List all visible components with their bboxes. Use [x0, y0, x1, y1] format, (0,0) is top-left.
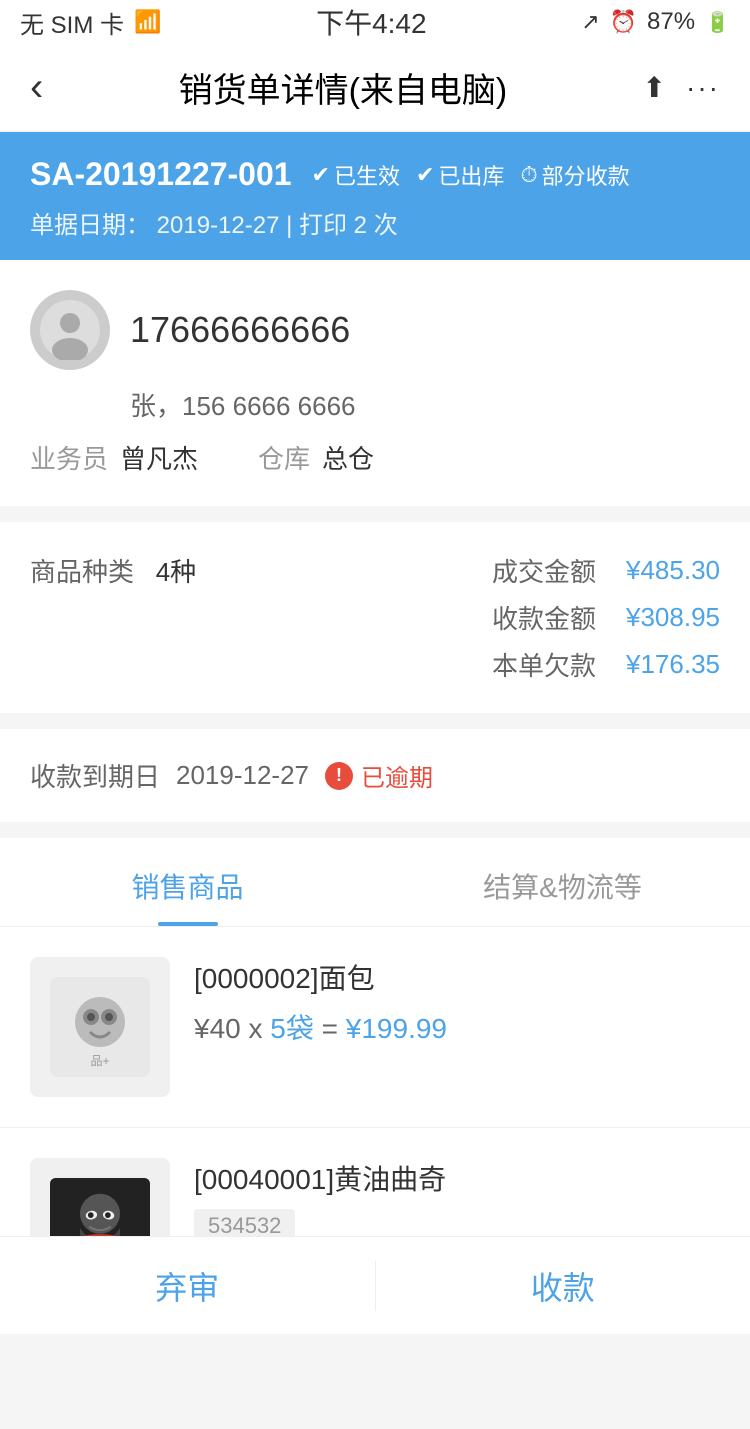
back-button[interactable]: ‹ [30, 65, 43, 110]
order-number: SA-20191227-001 [30, 156, 292, 193]
wifi-icon: 📶 [134, 9, 161, 35]
summary-card: 商品种类 4种 成交金额 ¥485.30 收款金额 ¥308.95 本单欠款 ¥… [0, 522, 750, 713]
svg-text:品+: 品+ [90, 1054, 109, 1068]
badge-partial: ⏱ 部分收款 [520, 159, 629, 191]
overdue-badge: ! 已逾期 [325, 758, 433, 793]
warehouse-value: 总仓 [322, 439, 374, 476]
due-date-value: 2019-12-27 [176, 760, 309, 791]
tab-sales-label: 销售商品 [131, 872, 243, 903]
due-date-label: 收款到期日 [30, 757, 160, 794]
tab-settlement-label: 结算&物流等 [483, 872, 642, 903]
badge-active: ✔ 已生效 [312, 159, 400, 191]
salesperson-label: 业务员 [30, 439, 108, 476]
battery-text: 87% [647, 8, 695, 36]
collect-payment-button[interactable]: 收款 [376, 1243, 750, 1329]
status-time: 下午4:42 [316, 2, 427, 42]
price-text-1: ¥40 x [194, 1013, 270, 1044]
nav-left: ‹ [30, 65, 43, 110]
salesperson-info: 业务员 曾凡杰 [30, 439, 198, 476]
due-date-section: 收款到期日 2019-12-27 ! 已逾期 [0, 729, 750, 822]
category-label: 商品种类 [30, 557, 134, 587]
product-thumb-1: 品+ [30, 957, 170, 1097]
tab-settlement[interactable]: 结算&物流等 [375, 838, 750, 926]
page-title: 销货单详情(来自电脑) [179, 63, 508, 112]
warehouse-info: 仓库 总仓 [258, 439, 374, 476]
check-icon-2: ✔ [416, 162, 434, 188]
salesperson-value: 曾凡杰 [120, 439, 198, 476]
collected-row: 收款金额 ¥308.95 [492, 599, 720, 636]
summary-row: 商品种类 4种 成交金额 ¥485.30 收款金额 ¥308.95 本单欠款 ¥… [30, 552, 720, 683]
nav-bar: ‹ 销货单详情(来自电脑) ⬆ ··· [0, 44, 750, 132]
owed-label: 本单欠款 [492, 646, 596, 683]
deal-amount-row: 成交金额 ¥485.30 [492, 552, 720, 589]
summary-left: 商品种类 4种 [30, 552, 196, 589]
bottom-action-bar: 弃审 收款 [0, 1236, 750, 1334]
equals-1: = [314, 1013, 346, 1044]
divider-1 [0, 506, 750, 522]
customer-phone: 17666666666 [130, 309, 350, 351]
status-left: 无 SIM 卡 📶 [20, 5, 161, 40]
status-right: ↗ ⏰ 87% 🔋 [581, 8, 730, 36]
customer-name: 张，156 6666 6666 [30, 386, 720, 423]
collected-value: ¥308.95 [626, 602, 720, 633]
product-name-1: [0000002]面包 [194, 957, 720, 997]
collected-label: 收款金额 [492, 599, 596, 636]
abandon-review-button[interactable]: 弃审 [0, 1243, 375, 1329]
product-price-1: ¥40 x 5袋 = ¥199.99 [194, 1007, 720, 1047]
order-banner: SA-20191227-001 ✔ 已生效 ✔ 已出库 ⏱ 部分收款 单据日期：… [0, 132, 750, 260]
banner-date: 单据日期： 2019-12-27 | 打印 2 次 [30, 205, 720, 240]
overdue-dot-icon: ! [325, 762, 353, 790]
customer-top: 17666666666 [30, 290, 720, 370]
warehouse-label: 仓库 [258, 439, 310, 476]
summary-right: 成交金额 ¥485.30 收款金额 ¥308.95 本单欠款 ¥176.35 [492, 552, 720, 683]
tab-sales[interactable]: 销售商品 [0, 838, 375, 926]
clock-icon: ⏱ [520, 162, 537, 188]
overdue-text: 已逾期 [361, 758, 433, 793]
alarm-icon: ⏰ [610, 9, 637, 35]
owed-value: ¥176.35 [626, 649, 720, 680]
tab-bar: 销售商品 结算&物流等 [0, 838, 750, 927]
customer-card: 17666666666 张，156 6666 6666 业务员 曾凡杰 仓库 总… [0, 260, 750, 506]
deal-amount-label: 成交金额 [492, 552, 596, 589]
share-icon[interactable]: ⬆ [643, 71, 666, 104]
deal-amount-value: ¥485.30 [626, 555, 720, 586]
category-count: 4种 [156, 557, 196, 587]
location-icon: ↗ [581, 9, 599, 35]
banner-badges: ✔ 已生效 ✔ 已出库 ⏱ 部分收款 [312, 159, 630, 191]
status-bar: 无 SIM 卡 📶 下午4:42 ↗ ⏰ 87% 🔋 [0, 0, 750, 44]
battery-icon: 🔋 [705, 10, 730, 35]
more-icon[interactable]: ··· [686, 72, 720, 104]
list-item: 品+ [0000002]面包 ¥40 x 5袋 = ¥199.99 [0, 927, 750, 1128]
product-info-1: [0000002]面包 ¥40 x 5袋 = ¥199.99 [194, 957, 720, 1047]
check-icon-1: ✔ [312, 162, 330, 188]
quantity-blue-1: 5袋 [270, 1013, 314, 1044]
customer-info-row: 业务员 曾凡杰 仓库 总仓 [30, 439, 720, 476]
avatar [30, 290, 110, 370]
nav-right: ⬆ ··· [643, 71, 720, 104]
product-name-2: [00040001]黄油曲奇 [194, 1158, 720, 1198]
total-1: ¥199.99 [346, 1013, 447, 1044]
carrier-text: 无 SIM 卡 [20, 5, 124, 40]
badge-shipped: ✔ 已出库 [416, 159, 504, 191]
owed-row: 本单欠款 ¥176.35 [492, 646, 720, 683]
